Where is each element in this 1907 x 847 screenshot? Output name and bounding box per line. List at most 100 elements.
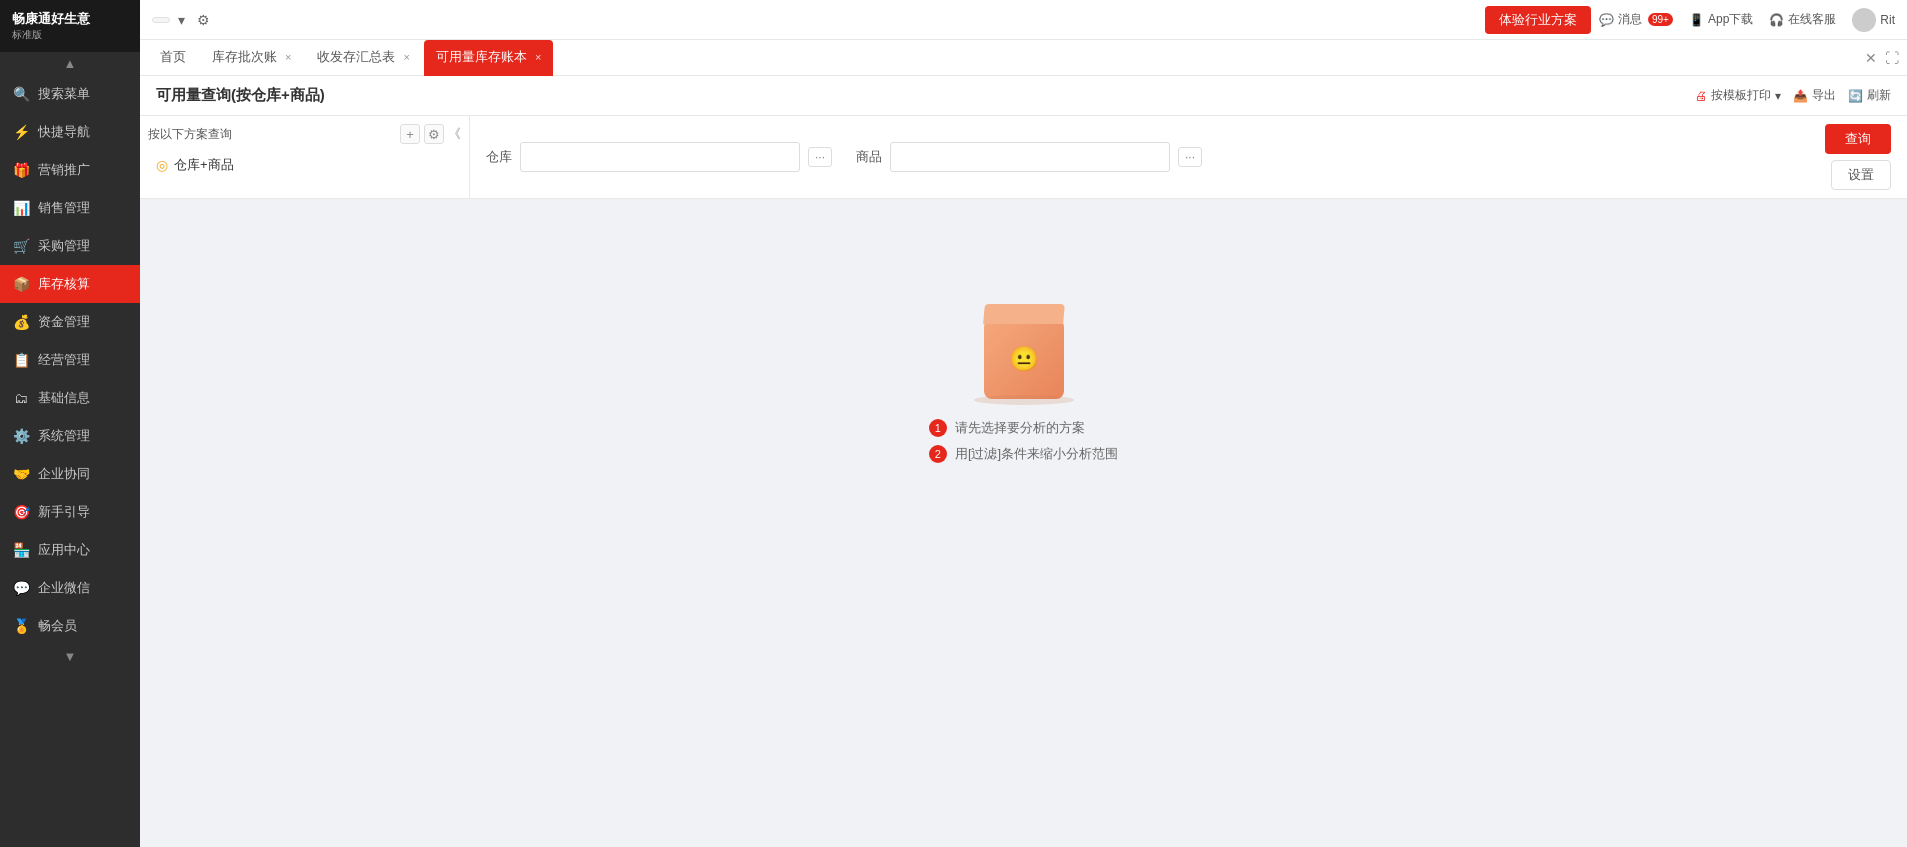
sidebar-item-enterprise[interactable]: 🤝 企业协同	[0, 455, 140, 493]
sidebar-item-sales[interactable]: 📊 销售管理	[0, 189, 140, 227]
app-download-label: App下载	[1708, 11, 1753, 28]
topbar: ▾ ⚙ 体验行业方案 💬 消息 99+ 📱 App下载 🎧 在线客服 Rit	[140, 0, 1907, 40]
tab-available-ledger[interactable]: 可用量库存账本 ×	[424, 40, 553, 76]
filter-warehouse-label: 仓库	[486, 148, 512, 166]
export-btn[interactable]: 📤 导出	[1793, 87, 1836, 104]
page-header: 可用量查询(按仓库+商品) 🖨 按模板打印 ▾ 📤 导出 🔄 刷新	[140, 76, 1907, 116]
sidebar-item-system[interactable]: ⚙️ 系统管理	[0, 417, 140, 455]
sidebar-item-basic[interactable]: 🗂 基础信息	[0, 379, 140, 417]
print-btn[interactable]: 🖨 按模板打印 ▾	[1695, 87, 1781, 104]
sidebar-item-label: 系统管理	[38, 427, 90, 445]
sidebar-item-label: 库存核算	[38, 275, 90, 293]
sidebar-item-appstore[interactable]: 🏪 应用中心	[0, 531, 140, 569]
purchase-icon: 🛒	[12, 238, 30, 254]
tabs-bar: 首页 库存批次账 × 收发存汇总表 × 可用量库存账本 × ✕ ⛶	[140, 40, 1907, 76]
window-controls: ✕ ⛶	[1865, 50, 1899, 66]
tab-recv-summary-close[interactable]: ×	[403, 51, 409, 63]
sales-icon: 📊	[12, 200, 30, 216]
tab-recv-summary[interactable]: 收发存汇总表 ×	[305, 40, 421, 76]
sidebar-item-label: 营销推广	[38, 161, 90, 179]
empty-state: 😐 1 请先选择要分析的方案 2 用[过滤]条件来缩小分析范围	[140, 199, 1907, 543]
empty-illustration: 😐	[964, 279, 1084, 399]
notification-item[interactable]: 💬 消息 99+	[1599, 11, 1673, 28]
topbar-right: 💬 消息 99+ 📱 App下载 🎧 在线客服 Rit	[1599, 8, 1895, 32]
empty-shadow	[974, 395, 1074, 405]
scheme-warehouse-goods[interactable]: ◎ 仓库+商品	[148, 150, 461, 180]
basic-icon: 🗂	[12, 390, 30, 406]
sidebar-item-label: 基础信息	[38, 389, 90, 407]
refresh-btn[interactable]: 🔄 刷新	[1848, 87, 1891, 104]
filter-warehouse: 仓库 ···	[486, 142, 832, 172]
sidebar-item-purchase[interactable]: 🛒 采购管理	[0, 227, 140, 265]
sidebar-item-label: 企业微信	[38, 579, 90, 597]
refresh-label: 刷新	[1867, 87, 1891, 104]
online-service-item[interactable]: 🎧 在线客服	[1769, 11, 1836, 28]
sidebar-item-marketing[interactable]: 🎁 营销推广	[0, 151, 140, 189]
notification-label: 消息	[1618, 11, 1642, 28]
breadcrumb-path	[152, 17, 170, 23]
hint-num-1: 1	[929, 419, 947, 437]
tab-batch-ledger-close[interactable]: ×	[285, 51, 291, 63]
system-icon: ⚙️	[12, 428, 30, 444]
tab-home[interactable]: 首页	[148, 40, 198, 76]
member-icon: 🏅	[12, 618, 30, 634]
add-scheme-btn[interactable]: +	[400, 124, 420, 144]
query-scheme-panel: 按以下方案查询 + ⚙ 《 ◎ 仓库+商品	[140, 116, 470, 198]
export-label: 导出	[1812, 87, 1836, 104]
scheme-collapse-btn[interactable]: 《	[448, 125, 461, 143]
hint-text-1: 请先选择要分析的方案	[955, 419, 1085, 437]
phone-icon: 📱	[1689, 13, 1704, 27]
empty-box-face: 😐	[1009, 345, 1039, 373]
print-label: 按模板打印	[1711, 87, 1771, 104]
sidebar-item-operation[interactable]: 📋 经营管理	[0, 341, 140, 379]
sidebar-item-label: 快捷导航	[38, 123, 90, 141]
breadcrumb-chevron-icon[interactable]: ▾	[174, 12, 189, 28]
sidebar-item-wechat[interactable]: 💬 企业微信	[0, 569, 140, 607]
sidebar-item-newbie[interactable]: 🎯 新手引导	[0, 493, 140, 531]
scheme-settings-btn[interactable]: ⚙	[424, 124, 444, 144]
filter-goods-input[interactable]	[890, 142, 1170, 172]
operation-icon: 📋	[12, 352, 30, 368]
tab-home-label: 首页	[160, 48, 186, 66]
sidebar-item-label: 销售管理	[38, 199, 90, 217]
sidebar-item-finance[interactable]: 💰 资金管理	[0, 303, 140, 341]
sidebar-item-search[interactable]: 🔍 搜索菜单	[0, 75, 140, 113]
scheme-label: 按以下方案查询	[148, 126, 232, 143]
app-download-item[interactable]: 📱 App下载	[1689, 11, 1753, 28]
sidebar-item-inventory[interactable]: 📦 库存核算	[0, 265, 140, 303]
settings-button[interactable]: 设置	[1831, 160, 1891, 190]
filter-goods-more-btn[interactable]: ···	[1178, 147, 1202, 167]
user-name: Rit	[1880, 13, 1895, 27]
tab-batch-ledger-label: 库存批次账	[212, 48, 277, 66]
page-title: 可用量查询(按仓库+商品)	[156, 86, 325, 105]
refresh-icon: 🔄	[1848, 89, 1863, 103]
sidebar-scroll-up[interactable]: ▲	[0, 52, 140, 75]
finance-icon: 💰	[12, 314, 30, 330]
sidebar-item-label: 资金管理	[38, 313, 90, 331]
inventory-icon: 📦	[12, 276, 30, 292]
page-content: 可用量查询(按仓库+商品) 🖨 按模板打印 ▾ 📤 导出 🔄 刷新	[140, 76, 1907, 847]
app-version: 标准版	[12, 28, 128, 42]
tab-recv-summary-label: 收发存汇总表	[317, 48, 395, 66]
maximize-window-btn[interactable]: ⛶	[1885, 50, 1899, 66]
settings-gear-icon[interactable]: ⚙	[193, 12, 214, 28]
tab-batch-ledger[interactable]: 库存批次账 ×	[200, 40, 303, 76]
sidebar-scroll-down[interactable]: ▼	[0, 645, 140, 668]
filter-warehouse-more-btn[interactable]: ···	[808, 147, 832, 167]
sidebar-search-label: 搜索菜单	[38, 85, 90, 103]
headset-icon: 🎧	[1769, 13, 1784, 27]
filter-warehouse-input[interactable]	[520, 142, 800, 172]
empty-hint-2: 2 用[过滤]条件来缩小分析范围	[929, 445, 1118, 463]
close-window-btn[interactable]: ✕	[1865, 50, 1877, 66]
scheme-item-icon: ◎	[156, 157, 168, 173]
sidebar-item-member[interactable]: 🏅 畅会员	[0, 607, 140, 645]
tab-available-ledger-close[interactable]: ×	[535, 51, 541, 63]
query-button[interactable]: 查询	[1825, 124, 1891, 154]
user-info[interactable]: Rit	[1852, 8, 1895, 32]
filter-goods: 商品 ···	[856, 142, 1202, 172]
trial-btn[interactable]: 体验行业方案	[1485, 6, 1591, 34]
sidebar-item-shortcut[interactable]: ⚡ 快捷导航	[0, 113, 140, 151]
newbie-icon: 🎯	[12, 504, 30, 520]
sidebar-logo: 畅康通好生意 标准版	[0, 0, 140, 52]
scheme-header: 按以下方案查询 + ⚙ 《	[148, 124, 461, 144]
